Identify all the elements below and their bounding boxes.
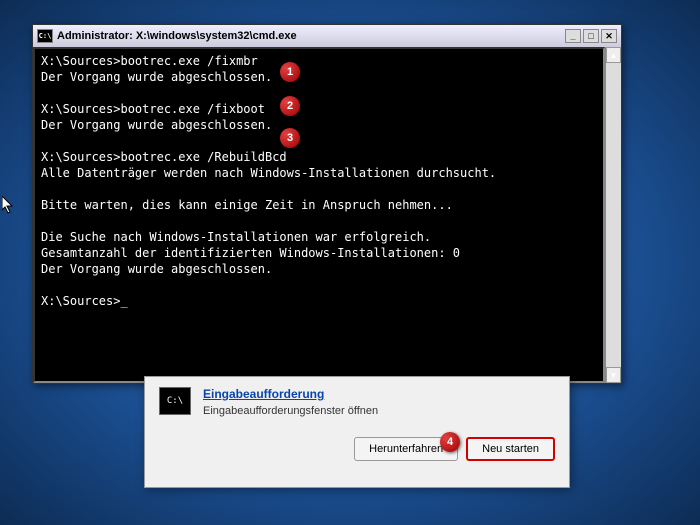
restart-button[interactable]: Neu starten xyxy=(466,437,555,461)
close-button[interactable]: ✕ xyxy=(601,29,617,43)
annotation-badge-1: 1 xyxy=(280,62,300,82)
cmd-prompt-icon: C:\ xyxy=(159,387,191,415)
maximize-button[interactable]: □ xyxy=(583,29,599,43)
cmd-body: X:\Sources>bootrec.exe /fixmbr Der Vorga… xyxy=(33,47,621,383)
options-dialog: C:\ Eingabeaufforderung Eingabeaufforder… xyxy=(144,376,570,488)
cmd-output[interactable]: X:\Sources>bootrec.exe /fixmbr Der Vorga… xyxy=(33,47,605,383)
cmd-icon: C:\ xyxy=(37,29,53,43)
cmd-prompt-link[interactable]: Eingabeaufforderung xyxy=(203,387,378,401)
cmd-titlebar[interactable]: C:\ Administrator: X:\windows\system32\c… xyxy=(33,25,621,47)
annotation-badge-4: 4 xyxy=(440,432,460,452)
cmd-window: C:\ Administrator: X:\windows\system32\c… xyxy=(32,24,622,384)
annotation-badge-2: 2 xyxy=(280,96,300,116)
cmd-prompt-desc: Eingabeaufforderungsfenster öffnen xyxy=(203,405,378,417)
mouse-cursor xyxy=(2,196,14,214)
scrollbar[interactable]: ▲ ▼ xyxy=(605,47,621,383)
cmd-title: Administrator: X:\windows\system32\cmd.e… xyxy=(57,30,565,42)
scroll-up-button[interactable]: ▲ xyxy=(606,47,621,63)
scroll-down-button[interactable]: ▼ xyxy=(606,367,621,383)
annotation-badge-3: 3 xyxy=(280,128,300,148)
minimize-button[interactable]: _ xyxy=(565,29,581,43)
window-controls: _ □ ✕ xyxy=(565,29,617,43)
